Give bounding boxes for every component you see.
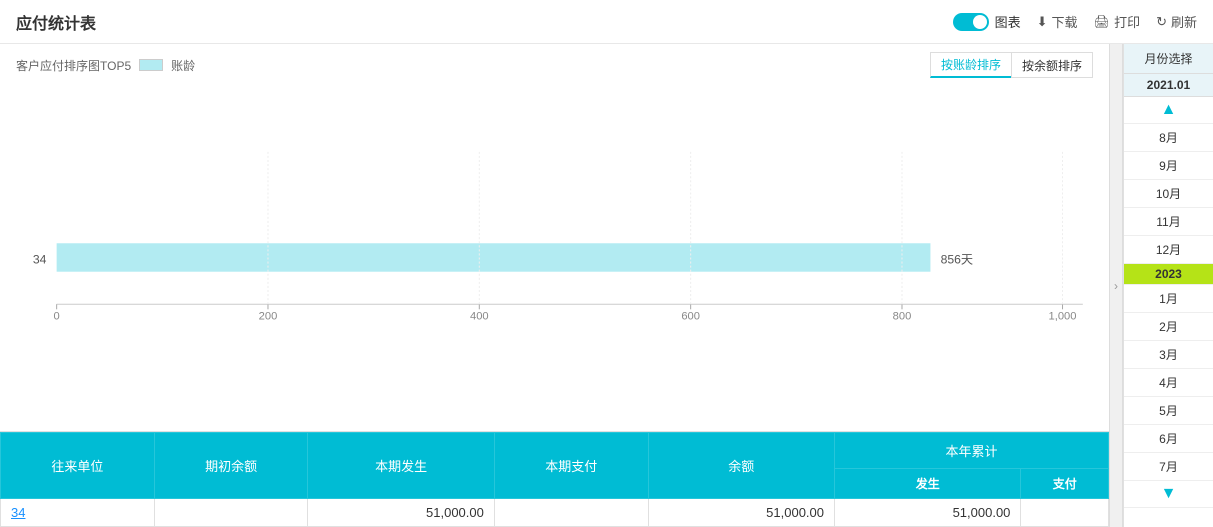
unit-cell[interactable]: 34 — [1, 499, 155, 527]
chart-toggle-label: 图表 — [995, 12, 1021, 31]
print-button[interactable]: 🖨 打印 — [1094, 12, 1141, 31]
month-item[interactable]: 3月 — [1124, 341, 1213, 369]
svg-text:800: 800 — [893, 310, 912, 322]
table-row: 34 51,000.00 51,000.00 51,000.00 — [1, 499, 1109, 527]
chart-sort-buttons: 按账龄排序 按余额排序 — [930, 52, 1093, 78]
col-balance-header: 余额 — [648, 433, 834, 499]
refresh-icon: ↻ — [1156, 14, 1167, 30]
download-button[interactable]: ⬇ 下载 — [1037, 12, 1078, 31]
print-icon: 🖨 — [1094, 14, 1111, 30]
right-sidebar: 月份选择 2021.01 ▲ 8月9月10月11月12月20231月2月3月4月… — [1123, 44, 1213, 527]
month-item[interactable]: 10月 — [1124, 180, 1213, 208]
data-table: 往来单位 期初余额 本期发生 本期支付 余额 本年累计 发生 支付 — [0, 432, 1109, 527]
month-list: 8月9月10月11月12月20231月2月3月4月5月6月7月 — [1124, 124, 1213, 481]
col-ytd-pay-header: 支付 — [1021, 469, 1109, 499]
svg-text:600: 600 — [681, 310, 700, 322]
ytd-occur-cell: 51,000.00 — [835, 499, 1021, 527]
sort-by-balance-button[interactable]: 按余额排序 — [1011, 52, 1093, 78]
month-item[interactable]: 1月 — [1124, 285, 1213, 313]
svg-text:34: 34 — [33, 253, 47, 267]
chart-legend-box-label: 账龄 — [171, 57, 195, 74]
print-label: 打印 — [1114, 12, 1140, 31]
month-item[interactable]: 4月 — [1124, 369, 1213, 397]
page-title: 应付统计表 — [16, 10, 96, 34]
sidebar-nav-up-button[interactable]: ▲ — [1124, 97, 1213, 124]
month-item[interactable]: 9月 — [1124, 152, 1213, 180]
table-section: 往来单位 期初余额 本期发生 本期支付 余额 本年累计 发生 支付 — [0, 431, 1109, 527]
chart-area: 34 856天 0 200 400 600 800 — [0, 86, 1109, 431]
header-actions: 图表 ⬇ 下载 🖨 打印 ↻ 刷新 — [953, 12, 1197, 31]
sort-by-age-button[interactable]: 按账龄排序 — [930, 52, 1011, 78]
svg-text:200: 200 — [259, 310, 278, 322]
ytd-pay-cell — [1021, 499, 1109, 527]
month-item[interactable]: 7月 — [1124, 453, 1213, 481]
sidebar-toggle-icon: › — [1114, 279, 1118, 293]
opening-cell — [154, 499, 308, 527]
chart-svg: 34 856天 0 200 400 600 800 — [16, 86, 1093, 431]
download-icon: ⬇ — [1037, 14, 1048, 30]
col-unit-header: 往来单位 — [1, 433, 155, 499]
month-item[interactable]: 5月 — [1124, 397, 1213, 425]
refresh-button[interactable]: ↻ 刷新 — [1156, 12, 1197, 31]
current-occur-cell: 51,000.00 — [308, 499, 494, 527]
chart-toggle-wrap: 图表 — [953, 12, 1021, 31]
chart-header: 客户应付排序图TOP5 账龄 按账龄排序 按余额排序 — [0, 44, 1109, 86]
svg-text:0: 0 — [54, 310, 60, 322]
sidebar-year-input[interactable]: 2021.01 — [1124, 74, 1213, 97]
sidebar-header-label: 月份选择 — [1124, 44, 1213, 74]
refresh-label: 刷新 — [1171, 12, 1197, 31]
legend-box-icon — [139, 59, 163, 71]
month-item[interactable]: 8月 — [1124, 124, 1213, 152]
sidebar-nav-down-button[interactable]: ▼ — [1124, 481, 1213, 508]
month-item[interactable]: 2023 — [1124, 264, 1213, 285]
col-ytd-header: 本年累计 — [835, 433, 1109, 469]
svg-text:400: 400 — [470, 310, 489, 322]
month-item[interactable]: 12月 — [1124, 236, 1213, 264]
month-item[interactable]: 2月 — [1124, 313, 1213, 341]
current-pay-cell — [494, 499, 648, 527]
sidebar-toggle[interactable]: › — [1109, 44, 1123, 527]
svg-text:1,000: 1,000 — [1049, 310, 1077, 322]
chart-bar — [57, 243, 931, 271]
chart-legend-label: 客户应付排序图TOP5 — [16, 57, 131, 74]
month-item[interactable]: 11月 — [1124, 208, 1213, 236]
col-current-pay-header: 本期支付 — [494, 433, 648, 499]
chart-toggle[interactable] — [953, 13, 989, 31]
table-wrapper: 往来单位 期初余额 本期发生 本期支付 余额 本年累计 发生 支付 — [0, 432, 1109, 527]
chart-legend: 客户应付排序图TOP5 账龄 — [16, 57, 195, 74]
col-current-occur-header: 本期发生 — [308, 433, 494, 499]
balance-cell: 51,000.00 — [648, 499, 834, 527]
download-label: 下载 — [1052, 12, 1078, 31]
month-item[interactable]: 6月 — [1124, 425, 1213, 453]
col-ytd-occur-header: 发生 — [835, 469, 1021, 499]
svg-text:856天: 856天 — [941, 253, 974, 267]
col-opening-header: 期初余额 — [154, 433, 308, 499]
